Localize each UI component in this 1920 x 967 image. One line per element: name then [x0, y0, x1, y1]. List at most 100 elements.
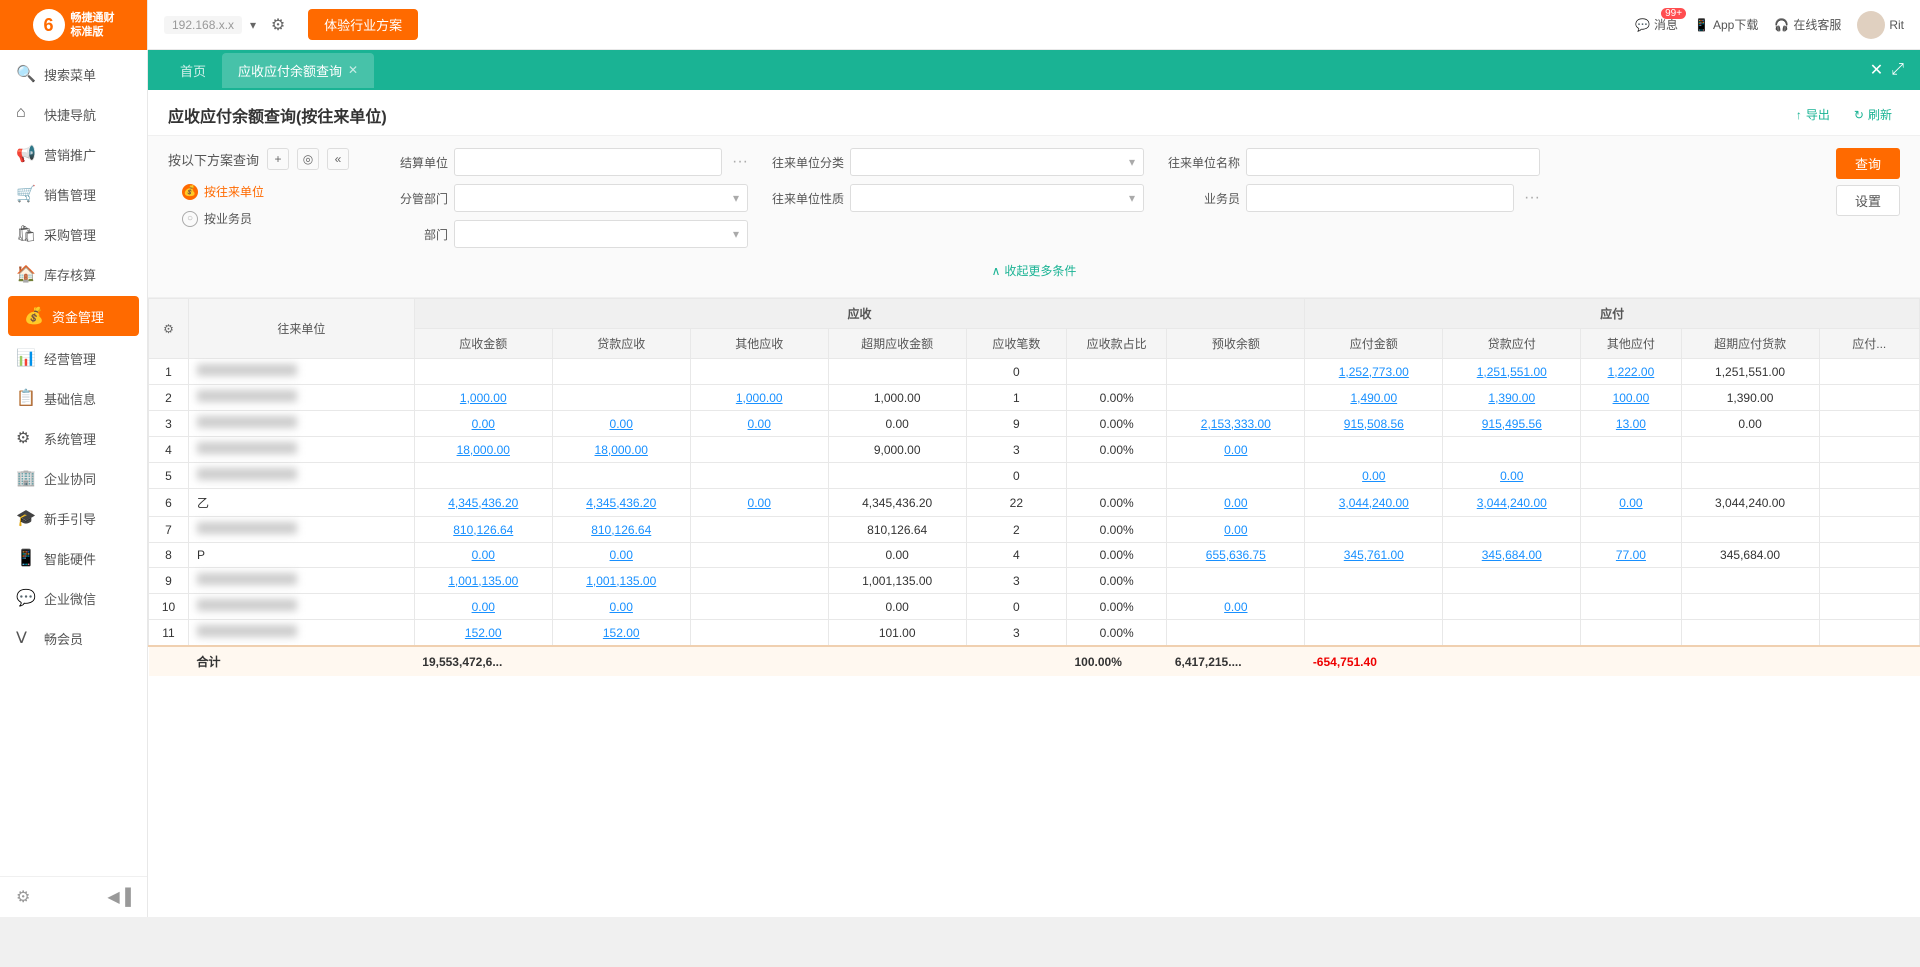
table-row: 8 P 0.00 0.00 0.00 4 0.00% 655,636.75 34… — [149, 543, 1920, 568]
refresh-button[interactable]: ↻ 刷新 — [1846, 102, 1900, 127]
cell[interactable]: 0.00 — [1167, 437, 1305, 463]
sidebar-item-base[interactable]: 📋基础信息 — [0, 378, 147, 418]
cell[interactable]: 3,044,240.00 — [1305, 489, 1443, 517]
member-icon: Ⅴ — [16, 628, 36, 648]
cell[interactable]: 810,126.64 — [414, 517, 552, 543]
sidebar-item-operation[interactable]: 📊经营管理 — [0, 338, 147, 378]
partner-name-input[interactable] — [1246, 148, 1540, 176]
collapse-icon[interactable]: ◀▐ — [107, 887, 131, 907]
sidebar-item-nav[interactable]: ⌂快捷导航 — [0, 94, 147, 134]
cell[interactable]: 0.00 — [552, 411, 690, 437]
sidebar-item-sales[interactable]: 🛒销售管理 — [0, 174, 147, 214]
cell[interactable]: 13.00 — [1581, 411, 1681, 437]
tab-ar-ap[interactable]: 应收应付余额查询 ✕ — [222, 53, 374, 88]
cell[interactable]: 18,000.00 — [552, 437, 690, 463]
cell: 0.00 — [1681, 411, 1819, 437]
cell[interactable]: 0.00 — [1167, 517, 1305, 543]
sidebar-item-inventory[interactable]: 🏠库存核算 — [0, 254, 147, 294]
settings-button[interactable]: 设置 — [1836, 185, 1900, 216]
cell[interactable]: 0.00 — [414, 411, 552, 437]
cell[interactable]: 1,222.00 — [1581, 359, 1681, 385]
cell[interactable]: 0.00 — [552, 594, 690, 620]
cell[interactable]: 3,044,240.00 — [1443, 489, 1581, 517]
query-button[interactable]: 查询 — [1836, 148, 1900, 179]
cell[interactable]: 0.00 — [414, 543, 552, 568]
cell[interactable]: 1,390.00 — [1443, 385, 1581, 411]
cell[interactable]: 152.00 — [552, 620, 690, 647]
cell[interactable]: 1,000.00 — [414, 385, 552, 411]
cell[interactable]: 915,495.56 — [1443, 411, 1581, 437]
tab-home[interactable]: 首页 — [164, 53, 222, 88]
sidebar-item-wechat[interactable]: 💬企业微信 — [0, 578, 147, 618]
cell[interactable]: 345,684.00 — [1443, 543, 1581, 568]
cell[interactable]: 0.00 — [1167, 489, 1305, 517]
msg-icon: 💬 — [1635, 18, 1650, 32]
inventory-icon: 🏠 — [16, 264, 36, 284]
cell[interactable]: 0.00 — [1305, 463, 1443, 489]
tab-close-icon[interactable]: ✕ — [348, 63, 358, 77]
sidebar-item-marketing[interactable]: 📢营销推广 — [0, 134, 147, 174]
cell[interactable]: 18,000.00 — [414, 437, 552, 463]
settlement-dots-icon[interactable]: ··· — [732, 153, 748, 171]
cell[interactable]: 1,001,135.00 — [414, 568, 552, 594]
partner-category-select[interactable]: ▾ — [850, 148, 1144, 176]
topbar-gear-icon[interactable]: ⚙ — [264, 11, 292, 39]
topbar-msg[interactable]: 💬 消息 99+ — [1635, 16, 1678, 33]
filter-add-button[interactable]: + — [267, 148, 289, 170]
partner-nature-select[interactable]: ▾ — [850, 184, 1144, 212]
topbar-service[interactable]: 🎧 在线客服 — [1774, 16, 1841, 33]
filter-collapse-icon[interactable]: « — [327, 148, 349, 170]
cell[interactable]: 1,001,135.00 — [552, 568, 690, 594]
cell[interactable]: 0.00 — [690, 411, 828, 437]
cell[interactable]: 4,345,436.20 — [414, 489, 552, 517]
table-settings-icon[interactable]: ⚙ — [163, 322, 174, 336]
cell[interactable]: 0.00 — [690, 489, 828, 517]
collapse-more-button[interactable]: ∧ 收起更多条件 — [168, 256, 1900, 285]
cell[interactable]: 2,153,333.00 — [1167, 411, 1305, 437]
cell[interactable]: 345,761.00 — [1305, 543, 1443, 568]
sidebar-item-system[interactable]: ⚙系统管理 — [0, 418, 147, 458]
filter-fields-panel: 结算单位 ··· 往来单位分类 ▾ 往来单位名称 — [368, 148, 1828, 256]
sidebar-item-finance[interactable]: 💰资金管理 — [8, 296, 139, 336]
topbar-dropdown-icon[interactable]: ▾ — [250, 18, 256, 32]
cell[interactable]: 1,000.00 — [690, 385, 828, 411]
salesman-input[interactable] — [1246, 184, 1514, 212]
settings-icon[interactable]: ⚙ — [16, 887, 30, 907]
settlement-input[interactable] — [454, 148, 722, 176]
cell[interactable]: 0.00 — [1443, 463, 1581, 489]
cell[interactable]: 1,252,773.00 — [1305, 359, 1443, 385]
cell[interactable]: 152.00 — [414, 620, 552, 647]
sidebar-item-corp[interactable]: 🏢企业协同 — [0, 458, 147, 498]
cell[interactable]: 0.00 — [414, 594, 552, 620]
cell[interactable]: 0.00 — [1581, 489, 1681, 517]
export-button[interactable]: ↑ 导出 — [1788, 102, 1838, 127]
cell[interactable]: 1,251,551.00 — [1443, 359, 1581, 385]
scheme-item-salesman[interactable]: ○ 按业务员 — [176, 207, 368, 230]
tab-maximize-icon[interactable]: ⤢ — [1891, 61, 1904, 79]
chevron-down-icon: ▾ — [1129, 191, 1135, 205]
cell[interactable]: 1,490.00 — [1305, 385, 1443, 411]
sidebar-item-hardware[interactable]: 📱智能硬件 — [0, 538, 147, 578]
cell[interactable]: 100.00 — [1581, 385, 1681, 411]
sidebar-item-member[interactable]: Ⅴ畅会员 — [0, 618, 147, 658]
cell[interactable]: 655,636.75 — [1167, 543, 1305, 568]
cell — [1167, 620, 1305, 647]
salesman-dots-icon[interactable]: ··· — [1524, 189, 1540, 207]
cell[interactable]: 77.00 — [1581, 543, 1681, 568]
sidebar-item-purchase[interactable]: 🛍采购管理 — [0, 214, 147, 254]
cell[interactable]: 915,508.56 — [1305, 411, 1443, 437]
cell[interactable]: 4,345,436.20 — [552, 489, 690, 517]
filter-settings-icon[interactable]: ◎ — [297, 148, 319, 170]
scheme-item-partner[interactable]: 💰 按往来单位 — [176, 180, 368, 203]
sidebar-item-search[interactable]: 🔍搜索菜单 — [0, 54, 147, 94]
solution-button[interactable]: 体验行业方案 — [308, 9, 418, 40]
sidebar-item-guide[interactable]: 🎓新手引导 — [0, 498, 147, 538]
cell[interactable]: 0.00 — [1167, 594, 1305, 620]
cell[interactable]: 0.00 — [552, 543, 690, 568]
tab-window-close-icon[interactable]: ✕ — [1870, 60, 1883, 80]
cell[interactable]: 810,126.64 — [552, 517, 690, 543]
dept-select[interactable]: ▾ — [454, 184, 748, 212]
topbar-user[interactable]: Rit — [1857, 11, 1904, 39]
topbar-app-download[interactable]: 📱 App下载 — [1694, 16, 1758, 33]
subunit-select[interactable]: ▾ — [454, 220, 748, 248]
